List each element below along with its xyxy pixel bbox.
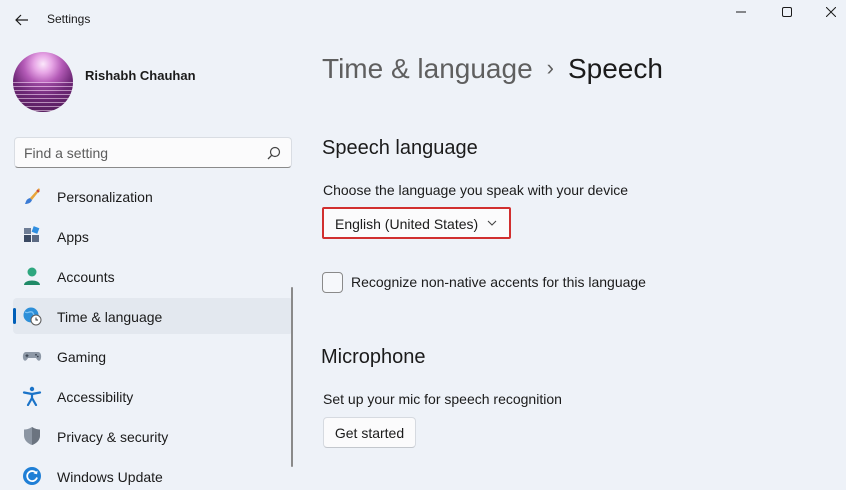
shield-icon bbox=[22, 426, 42, 446]
settings-window: Settings Rishabh Chauhan Find a setting … bbox=[0, 0, 846, 490]
back-arrow-icon bbox=[15, 14, 28, 26]
active-indicator bbox=[13, 308, 16, 324]
get-started-button[interactable]: Get started bbox=[323, 417, 416, 448]
search-input[interactable] bbox=[24, 144, 254, 162]
globe-clock-icon bbox=[22, 306, 42, 326]
accents-checkbox[interactable] bbox=[322, 272, 343, 293]
search-box[interactable] bbox=[14, 137, 292, 168]
sidebar-item-accounts[interactable]: Accounts bbox=[13, 258, 293, 294]
breadcrumb: Time & language › Speech bbox=[322, 53, 663, 85]
sidebar-item-time-language[interactable]: Time & language bbox=[13, 298, 293, 334]
page-title: Speech bbox=[567, 53, 663, 84]
app-title: Settings bbox=[47, 12, 91, 26]
sidebar-item-privacy-security[interactable]: Privacy & security bbox=[13, 418, 293, 454]
sidebar-item-label: Apps bbox=[57, 229, 89, 245]
breadcrumb-parent[interactable]: Time & language bbox=[322, 53, 533, 84]
dropdown-selected-value: English (United States) bbox=[335, 216, 479, 232]
minimize-icon bbox=[736, 11, 746, 13]
sidebar-item-label: Gaming bbox=[57, 349, 107, 365]
sidebar-scrollbar[interactable] bbox=[291, 287, 293, 467]
gamepad-icon bbox=[22, 346, 42, 366]
search-icon[interactable] bbox=[267, 146, 281, 160]
apps-icon bbox=[22, 226, 42, 246]
sidebar-item-label: Time & language bbox=[57, 309, 163, 325]
update-icon bbox=[22, 466, 42, 486]
sidebar-item-windows-update[interactable]: Windows Update bbox=[13, 458, 293, 490]
close-icon bbox=[826, 7, 836, 17]
back-button[interactable] bbox=[8, 6, 36, 34]
sidebar-item-personalization[interactable]: Personalization bbox=[13, 178, 293, 214]
breadcrumb-separator-icon: › bbox=[546, 55, 554, 80]
microphone-heading: Microphone bbox=[321, 346, 426, 368]
sidebar-item-label: Windows Update bbox=[57, 469, 163, 485]
sidebar-item-label: Personalization bbox=[57, 189, 153, 205]
speech-language-dropdown[interactable]: English (United States) bbox=[322, 207, 511, 239]
chevron-down-icon bbox=[487, 220, 497, 226]
sidebar-item-label: Accessibility bbox=[57, 389, 134, 405]
accessibility-icon bbox=[22, 386, 42, 406]
user-name: Rishabh Chauhan bbox=[85, 68, 196, 83]
title-bar: Settings bbox=[0, 0, 846, 40]
maximize-icon bbox=[782, 7, 792, 17]
speech-language-heading: Speech language bbox=[322, 137, 478, 159]
sidebar-item-apps[interactable]: Apps bbox=[13, 218, 293, 254]
minimize-button[interactable] bbox=[718, 0, 764, 24]
sidebar-nav: Personalization Apps Accounts Time & lan… bbox=[13, 178, 293, 490]
microphone-description: Set up your mic for speech recognition bbox=[323, 391, 562, 407]
sidebar-item-gaming[interactable]: Gaming bbox=[13, 338, 293, 374]
sidebar-item-label: Accounts bbox=[57, 269, 115, 285]
sidebar-item-label: Privacy & security bbox=[57, 429, 169, 445]
maximize-button[interactable] bbox=[764, 0, 810, 24]
speech-language-description: Choose the language you speak with your … bbox=[323, 182, 629, 198]
close-button[interactable] bbox=[808, 0, 846, 24]
paintbrush-icon bbox=[22, 186, 42, 206]
avatar[interactable] bbox=[13, 52, 73, 112]
sidebar-item-accessibility[interactable]: Accessibility bbox=[13, 378, 293, 414]
accents-checkbox-label[interactable]: Recognize non-native accents for this la… bbox=[351, 274, 646, 290]
person-icon bbox=[22, 266, 42, 286]
